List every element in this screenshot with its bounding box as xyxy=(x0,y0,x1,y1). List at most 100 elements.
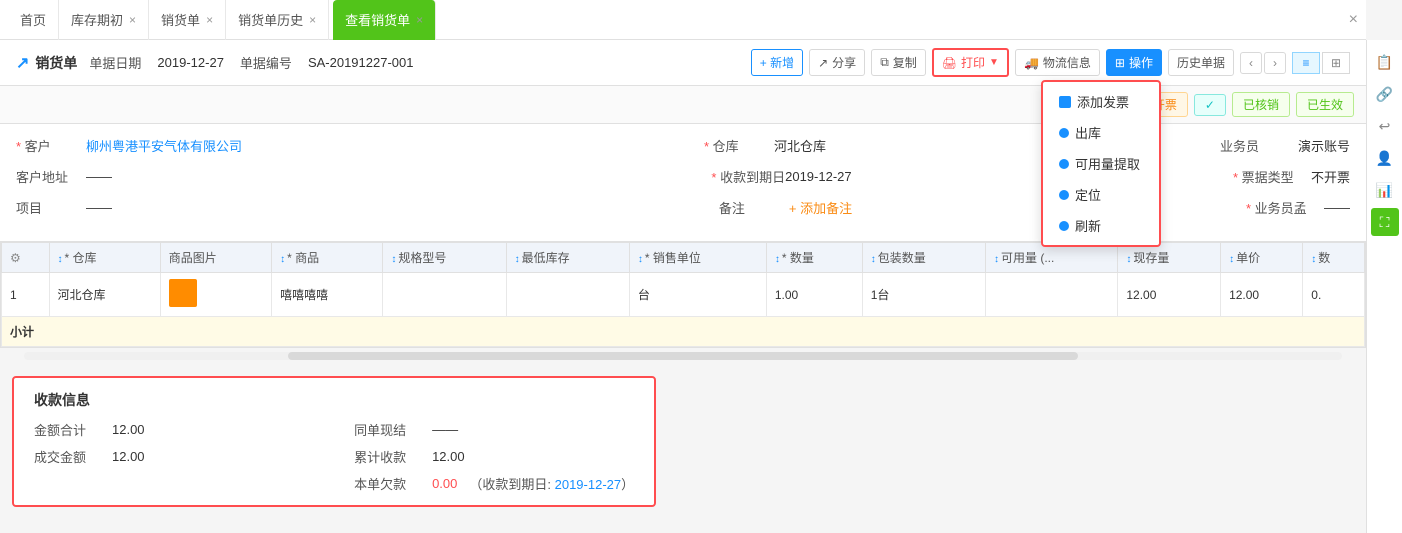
address-field: 客户地址 —— xyxy=(16,167,711,186)
date-label: 单据日期 xyxy=(89,53,141,72)
cumulative-receipt-row: 累计收款 12.00 xyxy=(354,447,634,466)
doc-title-area: ↗ 销货单 单据日期 2019-12-27 单据编号 SA-20191227-0… xyxy=(16,53,413,73)
cancelled-button[interactable]: 已核销 xyxy=(1232,92,1290,117)
sidebar-clipboard-icon[interactable]: 📋 xyxy=(1371,48,1399,76)
col-amount: ↕数 xyxy=(1303,243,1365,273)
add-note-button[interactable]: + 添加备注 xyxy=(789,198,852,217)
print-dropdown-icon: ▼ xyxy=(989,57,999,68)
tab-view-close[interactable]: × xyxy=(416,13,423,27)
share-icon: ↗ xyxy=(818,56,828,70)
cumulative-receipt-label: 累计收款 xyxy=(354,447,424,466)
settings-icon[interactable]: ⚙ xyxy=(10,251,21,265)
doc-type-label: 销货单 xyxy=(35,53,77,73)
col-product-img: 商品图片 xyxy=(160,243,271,273)
note-label: 备注 xyxy=(719,198,789,217)
refresh-item[interactable]: 刷新 xyxy=(1043,210,1159,241)
next-arrow[interactable]: › xyxy=(1264,52,1286,74)
col-gear[interactable]: ⚙ xyxy=(2,243,50,273)
table-row: 1 河北仓库 嘻嘻嘻嘻 台 1.00 1台 12.00 12.00 0. xyxy=(2,273,1365,317)
effective-button[interactable]: 已生效 xyxy=(1296,92,1354,117)
tab-inventory-close[interactable]: × xyxy=(129,13,136,27)
address-label: 客户地址 xyxy=(16,167,86,186)
project-field: 项目 —— xyxy=(16,198,719,217)
payment-date-label: 收款到期日 xyxy=(711,167,785,186)
sidebar-return-icon[interactable]: ↩ xyxy=(1371,112,1399,140)
history-label: 历史单据 xyxy=(1177,54,1225,71)
outstanding-value: 0.00 xyxy=(432,476,457,491)
share-label: 分享 xyxy=(832,54,856,71)
doc-title: ↗ 销货单 xyxy=(16,53,77,73)
col-spec: ↕规格型号 xyxy=(383,243,506,273)
col-pack-qty: ↕包装数量 xyxy=(862,243,985,273)
copy-button[interactable]: ⧉ 复制 xyxy=(871,49,926,76)
tab-sales[interactable]: 销货单 × xyxy=(149,0,226,40)
available-qty-label: 可用量提取 xyxy=(1075,154,1140,173)
scroll-area[interactable] xyxy=(0,352,1366,360)
sidebar-chart-icon[interactable]: 📊 xyxy=(1371,176,1399,204)
new-button[interactable]: + 新增 xyxy=(751,49,803,76)
tab-view[interactable]: 查看销货单 × xyxy=(333,0,436,40)
ticket-type-field: 票据类型 不开票 xyxy=(1233,167,1350,186)
note-field: 备注 + 添加备注 xyxy=(719,198,1246,217)
employee-label: 业务员 xyxy=(1220,136,1290,155)
outbound-item[interactable]: 出库 xyxy=(1043,117,1159,148)
amount-total-row: 金额合计 12.00 xyxy=(34,420,314,439)
row-unit: 台 xyxy=(629,273,766,317)
share-button[interactable]: ↗ 分享 xyxy=(809,49,865,76)
status-bar: 来自手机 未开票 ✓ 已核销 已生效 xyxy=(0,86,1366,124)
logistics-label: 物流信息 xyxy=(1043,54,1091,71)
tab-inventory-label: 库存期初 xyxy=(71,10,123,29)
row-available xyxy=(985,273,1117,317)
operate-button[interactable]: ⊞ 操作 添加发票 出库 可用量提取 xyxy=(1106,49,1162,76)
add-invoice-label: 添加发票 xyxy=(1077,92,1129,111)
ticket-type-label: 票据类型 xyxy=(1233,167,1303,186)
scrollbar-thumb[interactable] xyxy=(288,352,1079,360)
sidebar-user-icon[interactable]: 👤 xyxy=(1371,144,1399,172)
logistics-button[interactable]: 🚚 物流信息 xyxy=(1015,49,1100,76)
tab-inventory[interactable]: 库存期初 × xyxy=(59,0,149,40)
tab-history[interactable]: 销货单历史 × xyxy=(226,0,329,40)
amount-total-value: 12.00 xyxy=(112,422,145,437)
available-qty-icon xyxy=(1059,159,1069,169)
locate-item[interactable]: 定位 xyxy=(1043,179,1159,210)
same-order-settle-label: 同单现结 xyxy=(354,420,424,439)
list-view-button[interactable]: ≡ xyxy=(1292,52,1320,74)
row-warehouse: 河北仓库 xyxy=(49,273,160,317)
available-qty-item[interactable]: 可用量提取 xyxy=(1043,148,1159,179)
locate-icon xyxy=(1059,190,1069,200)
transaction-amount-value: 12.00 xyxy=(112,449,145,464)
operate-label: 操作 xyxy=(1129,54,1153,71)
salesman-value: —— xyxy=(1324,200,1350,215)
history-button[interactable]: 历史单据 xyxy=(1168,49,1234,76)
logistics-icon: 🚚 xyxy=(1024,56,1039,70)
tab-view-label: 查看销货单 xyxy=(345,10,410,29)
customer-label: 客户 xyxy=(16,136,86,155)
prev-arrow[interactable]: ‹ xyxy=(1240,52,1262,74)
product-table: ⚙ ↕* 仓库 商品图片 ↕* 商品 ↕规格型号 ↕最低库存 ↕* 销售单位 ↕… xyxy=(1,242,1365,347)
subtotal-row: 小计 xyxy=(2,317,1365,347)
print-button[interactable]: 🖨 打印 ▼ xyxy=(932,48,1009,77)
number-label: 单据编号 xyxy=(240,53,292,72)
tab-bar-close-button[interactable]: × xyxy=(1349,11,1358,29)
sidebar-link-icon[interactable]: 🔗 xyxy=(1371,80,1399,108)
employee-field: 业务员 演示账号 xyxy=(1220,136,1350,155)
warehouse-label: 仓库 xyxy=(704,136,774,155)
add-invoice-item[interactable]: 添加发票 xyxy=(1043,86,1159,117)
sidebar-expand-icon[interactable]: ⛶ xyxy=(1371,208,1399,236)
row-amount: 0. xyxy=(1303,273,1365,317)
col-unit-price: ↕单价 xyxy=(1221,243,1303,273)
tab-history-close[interactable]: × xyxy=(309,13,316,27)
ticket-type-value: 不开票 xyxy=(1311,167,1350,186)
project-label: 项目 xyxy=(16,198,86,217)
tab-sales-close[interactable]: × xyxy=(206,13,213,27)
customer-value[interactable]: 柳州粤港平安气体有限公司 xyxy=(86,136,242,155)
date-value: 2019-12-27 xyxy=(157,55,224,70)
col-quantity: ↕* 数量 xyxy=(766,243,862,273)
employee-value: 演示账号 xyxy=(1298,136,1350,155)
tab-home[interactable]: 首页 xyxy=(8,0,59,40)
horizontal-scrollbar[interactable] xyxy=(24,352,1342,360)
row-min-stock xyxy=(506,273,629,317)
copy-label: 复制 xyxy=(893,54,917,71)
grid-view-button[interactable]: ⊞ xyxy=(1322,52,1350,74)
cumulative-receipt-value: 12.00 xyxy=(432,449,465,464)
